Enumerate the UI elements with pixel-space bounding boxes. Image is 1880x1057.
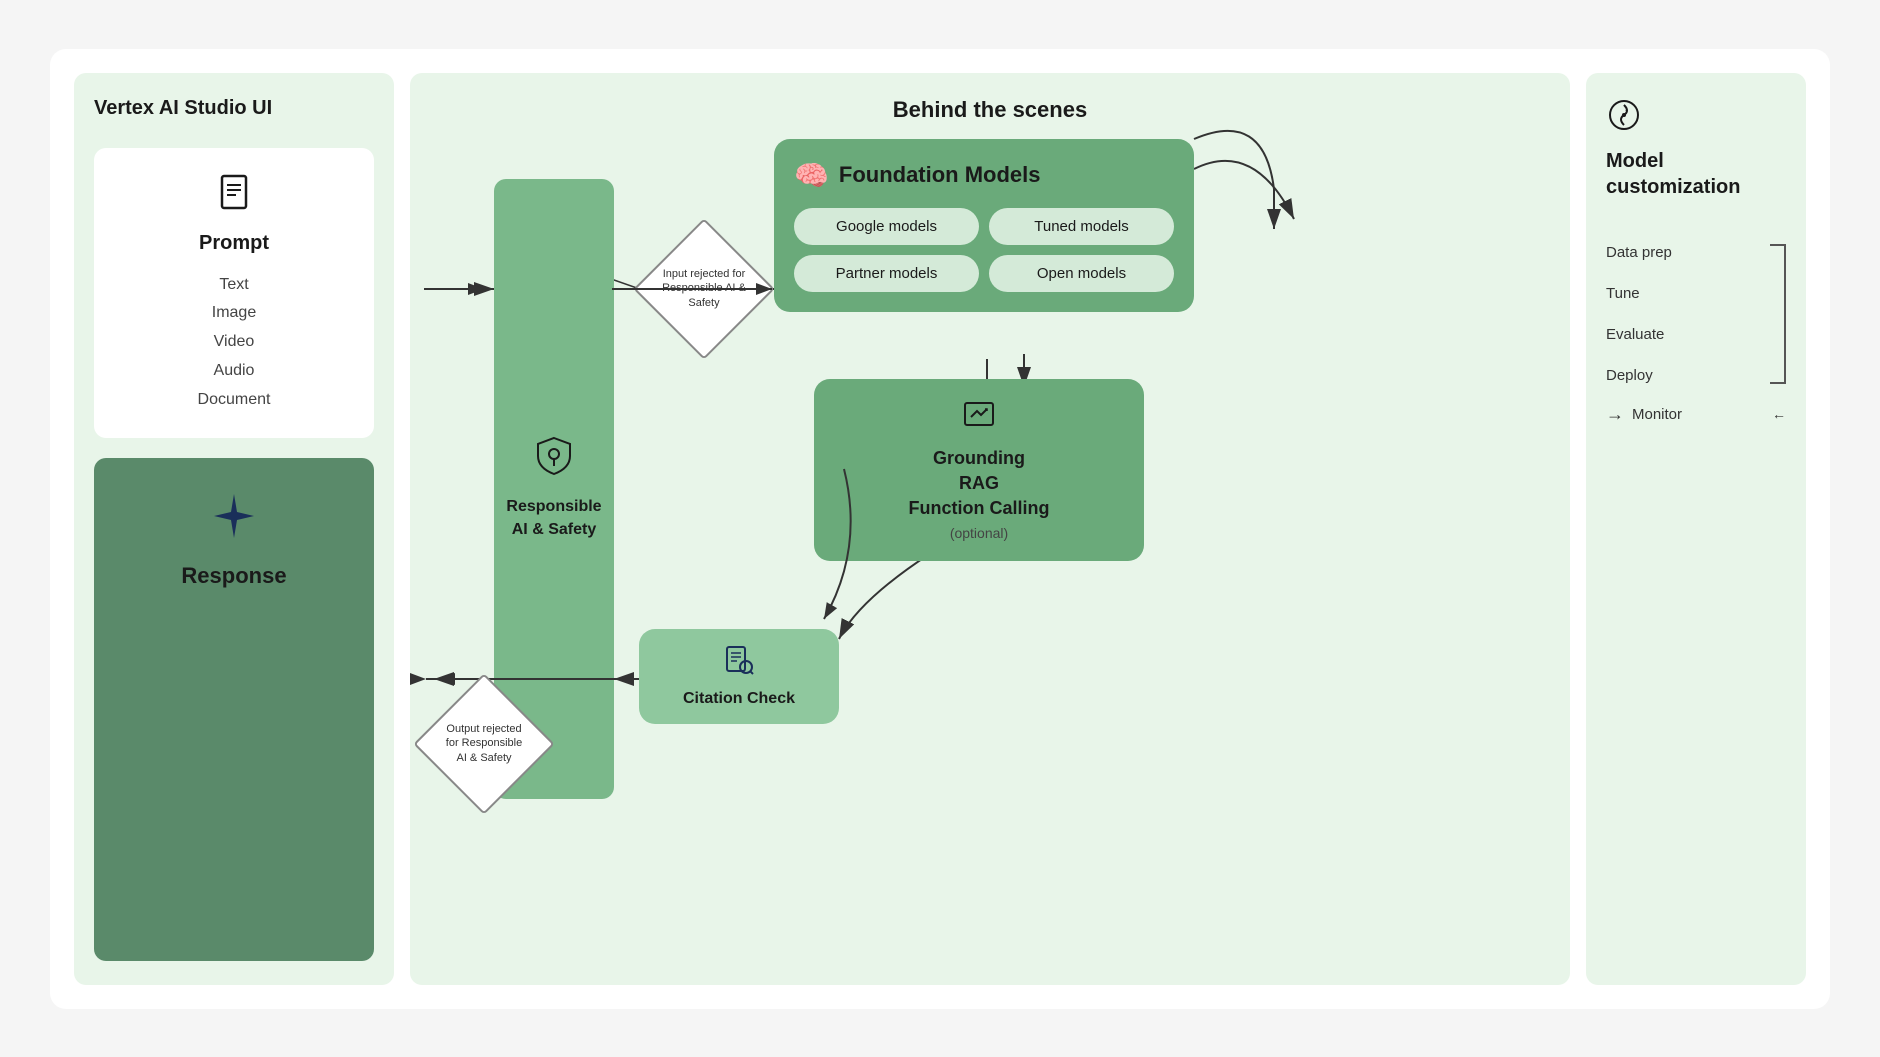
prompt-item-video: Video (198, 328, 271, 357)
open-models-chip: Open models (989, 255, 1174, 292)
prompt-card: Prompt Text Image Video Audio Document (94, 148, 374, 439)
output-rejected-diamond: Output rejected for Responsible AI & Saf… (424, 684, 544, 804)
customization-steps-wrapper: Data prep Tune Evaluate Deploy (1606, 232, 1786, 396)
star-icon (208, 490, 260, 551)
arrow-prompt-to-resp (424, 281, 499, 297)
middle-panel: Behind the scenes (410, 73, 1570, 985)
prompt-title: Prompt (199, 232, 269, 255)
steps-list: Data prep Tune Evaluate Deploy (1606, 232, 1770, 396)
step-deploy: Deploy (1606, 355, 1770, 396)
document-icon (214, 172, 254, 220)
response-card: Response (94, 458, 374, 960)
response-title: Response (181, 563, 286, 589)
prompt-items-list: Text Image Video Audio Document (198, 271, 271, 415)
left-panel: Vertex AI Studio UI Prompt Text Image Vi… (74, 73, 394, 985)
monitor-arrow-icon: → (1606, 404, 1624, 425)
prompt-item-text: Text (198, 271, 271, 300)
foundation-models-box: 🧠 Foundation Models Google models Tuned … (774, 139, 1194, 312)
right-panel-title: Model customization (1606, 148, 1786, 200)
arrow-grounding-to-citation (764, 469, 884, 649)
citation-icon (655, 645, 823, 684)
prompt-item-document: Document (198, 386, 271, 415)
step-tune: Tune (1606, 273, 1770, 314)
brain-icon: 🧠 (794, 159, 829, 192)
prompt-item-audio: Audio (198, 357, 271, 386)
citation-title: Citation Check (655, 690, 823, 708)
citation-check-box: Citation Check (639, 629, 839, 724)
step-monitor: Monitor (1632, 406, 1682, 423)
grounding-icon (834, 399, 1124, 438)
behind-scenes-content: ResponsibleAI & Safety Input rejected fo… (434, 139, 1546, 961)
right-panel: Model customization Data prep Tune Evalu… (1586, 73, 1806, 985)
step-data-prep: Data prep (1606, 232, 1770, 273)
monitor-trail-arrow: ← (1772, 406, 1786, 422)
curved-arrow-top (1134, 129, 1284, 249)
model-customization-icon (1606, 97, 1786, 140)
foundation-header: 🧠 Foundation Models (794, 159, 1174, 192)
shield-icon (536, 436, 572, 484)
main-container: Vertex AI Studio UI Prompt Text Image Vi… (50, 49, 1830, 1009)
monitor-step: → Monitor ← (1606, 396, 1786, 433)
step-evaluate: Evaluate (1606, 314, 1770, 355)
foundation-title: Foundation Models (839, 162, 1041, 188)
left-panel-title: Vertex AI Studio UI (94, 97, 374, 120)
bracket-arrow (1768, 307, 1788, 321)
middle-title: Behind the scenes (434, 97, 1546, 123)
model-grid: Google models Tuned models Partner model… (794, 208, 1174, 292)
responsible-ai-label: ResponsibleAI & Safety (506, 496, 601, 541)
input-rejected-diamond: Input rejected for Responsible AI & Safe… (644, 229, 764, 349)
google-models-chip: Google models (794, 208, 979, 245)
prompt-item-image: Image (198, 299, 271, 328)
partner-models-chip: Partner models (794, 255, 979, 292)
